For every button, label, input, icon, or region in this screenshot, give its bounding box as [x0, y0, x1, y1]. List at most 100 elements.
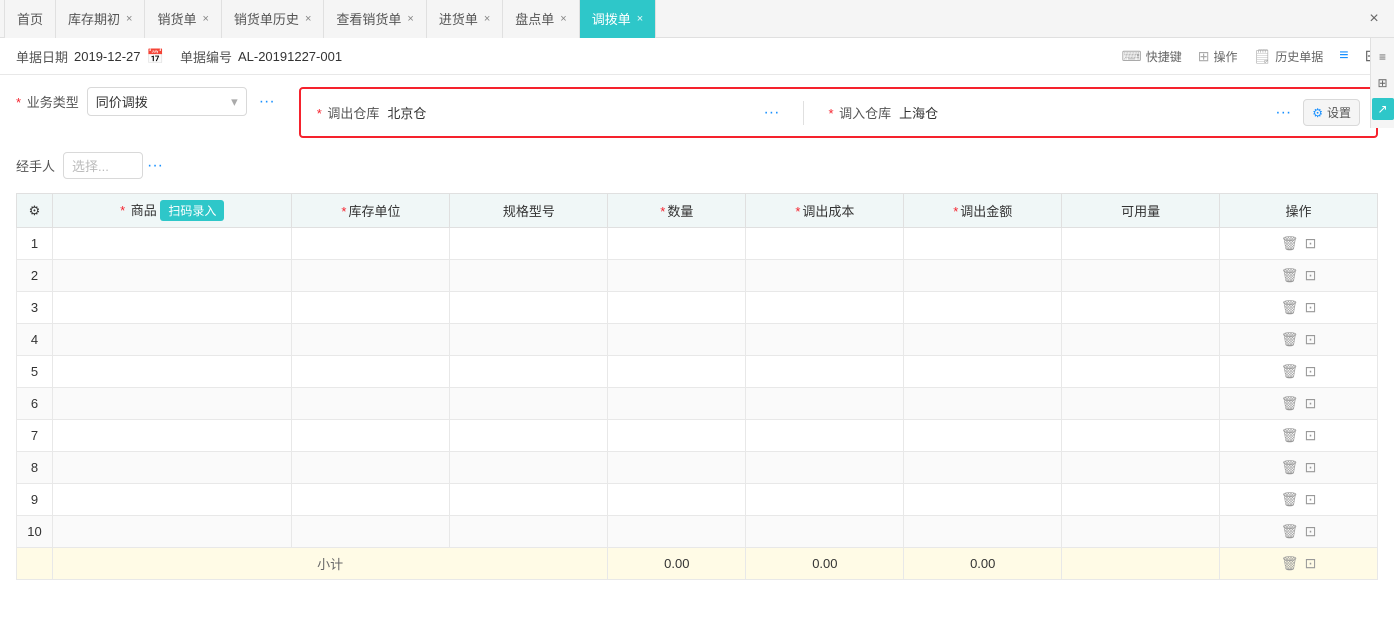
- cell-qty[interactable]: [608, 484, 746, 516]
- cell-amount[interactable]: [904, 324, 1062, 356]
- cell-product[interactable]: [53, 388, 292, 420]
- cell-amount[interactable]: [904, 228, 1062, 260]
- layout-list-button[interactable]: ≡: [1339, 47, 1348, 65]
- delete-icon[interactable]: 🗑: [1281, 363, 1299, 380]
- cell-amount[interactable]: [904, 356, 1062, 388]
- cell-available[interactable]: [1062, 484, 1220, 516]
- cell-amount[interactable]: [904, 516, 1062, 548]
- cell-qty[interactable]: [608, 452, 746, 484]
- cell-product[interactable]: [53, 356, 292, 388]
- out-warehouse-more-icon[interactable]: ···: [763, 104, 779, 122]
- cell-available[interactable]: [1062, 356, 1220, 388]
- person-select[interactable]: 选择...: [63, 152, 143, 179]
- cell-amount[interactable]: [904, 388, 1062, 420]
- cell-product[interactable]: [53, 260, 292, 292]
- delete-icon[interactable]: 🗑: [1281, 235, 1299, 252]
- copy-icon[interactable]: ⊡: [1305, 363, 1317, 380]
- cell-spec[interactable]: [450, 228, 608, 260]
- cell-unit[interactable]: [292, 420, 450, 452]
- tab-view-sales[interactable]: 查看销货单 ×: [324, 0, 426, 38]
- delete-icon[interactable]: 🗑: [1281, 459, 1299, 476]
- cell-unit[interactable]: [292, 324, 450, 356]
- cell-amount[interactable]: [904, 484, 1062, 516]
- cell-cost[interactable]: [746, 356, 904, 388]
- tab-initial[interactable]: 库存期初 ×: [56, 0, 145, 38]
- cell-unit[interactable]: [292, 356, 450, 388]
- history-button[interactable]: 🗒 历史单据: [1253, 48, 1323, 65]
- cell-amount[interactable]: [904, 292, 1062, 324]
- copy-icon[interactable]: ⊡: [1305, 427, 1317, 444]
- tab-sales-history[interactable]: 销货单历史 ×: [222, 0, 324, 38]
- tab-inventory[interactable]: 盘点单 ×: [503, 0, 579, 38]
- cell-available[interactable]: [1062, 228, 1220, 260]
- cell-unit[interactable]: [292, 516, 450, 548]
- operations-button[interactable]: ⊞ 操作: [1198, 48, 1238, 65]
- cell-spec[interactable]: [450, 452, 608, 484]
- cell-available[interactable]: [1062, 420, 1220, 452]
- in-warehouse-more-icon[interactable]: ···: [1275, 104, 1291, 122]
- cell-unit[interactable]: [292, 388, 450, 420]
- cell-cost[interactable]: [746, 228, 904, 260]
- cell-qty[interactable]: [608, 356, 746, 388]
- cell-cost[interactable]: [746, 452, 904, 484]
- cell-spec[interactable]: [450, 356, 608, 388]
- business-type-more-icon[interactable]: ···: [259, 93, 275, 111]
- cell-cost[interactable]: [746, 420, 904, 452]
- cell-qty[interactable]: [608, 516, 746, 548]
- cell-qty[interactable]: [608, 228, 746, 260]
- cell-available[interactable]: [1062, 324, 1220, 356]
- cell-amount[interactable]: [904, 260, 1062, 292]
- cell-available[interactable]: [1062, 516, 1220, 548]
- tab-transfer[interactable]: 调拨单 ×: [580, 0, 656, 38]
- copy-icon[interactable]: ⊡: [1305, 491, 1317, 508]
- cell-spec[interactable]: [450, 292, 608, 324]
- business-type-select[interactable]: 同价调拨 ▾: [87, 87, 247, 116]
- delete-icon[interactable]: 🗑: [1281, 299, 1299, 316]
- copy-icon[interactable]: ⊡: [1305, 555, 1317, 572]
- delete-icon[interactable]: 🗑: [1281, 523, 1299, 540]
- tab-home[interactable]: 首页: [4, 0, 56, 38]
- cell-product[interactable]: [53, 420, 292, 452]
- shortcuts-button[interactable]: ⌨ 快捷键: [1121, 48, 1181, 65]
- tab-initial-close[interactable]: ×: [126, 13, 132, 25]
- tab-inventory-close[interactable]: ×: [560, 13, 566, 25]
- cell-available[interactable]: [1062, 292, 1220, 324]
- scan-button[interactable]: 扫码录入: [160, 200, 224, 221]
- cell-product[interactable]: [53, 324, 292, 356]
- cell-cost[interactable]: [746, 292, 904, 324]
- copy-icon[interactable]: ⊡: [1305, 395, 1317, 412]
- cell-unit[interactable]: [292, 228, 450, 260]
- copy-icon[interactable]: ⊡: [1305, 331, 1317, 348]
- cell-available[interactable]: [1062, 388, 1220, 420]
- cell-unit[interactable]: [292, 260, 450, 292]
- copy-icon[interactable]: ⊡: [1305, 523, 1317, 540]
- cell-spec[interactable]: [450, 420, 608, 452]
- cell-qty[interactable]: [608, 420, 746, 452]
- cell-product[interactable]: [53, 484, 292, 516]
- cell-qty[interactable]: [608, 388, 746, 420]
- delete-icon[interactable]: 🗑: [1281, 491, 1299, 508]
- side-panel-grid-button[interactable]: ⊞: [1372, 72, 1394, 94]
- cell-cost[interactable]: [746, 324, 904, 356]
- person-more-icon[interactable]: ···: [147, 157, 163, 175]
- delete-icon[interactable]: 🗑: [1281, 427, 1299, 444]
- cell-spec[interactable]: [450, 260, 608, 292]
- cell-qty[interactable]: [608, 324, 746, 356]
- cell-spec[interactable]: [450, 484, 608, 516]
- copy-icon[interactable]: ⊡: [1305, 299, 1317, 316]
- cell-available[interactable]: [1062, 260, 1220, 292]
- copy-icon[interactable]: ⊡: [1305, 235, 1317, 252]
- cell-spec[interactable]: [450, 388, 608, 420]
- delete-icon[interactable]: 🗑: [1281, 267, 1299, 284]
- tab-sales[interactable]: 销货单 ×: [145, 0, 221, 38]
- cell-qty[interactable]: [608, 260, 746, 292]
- cell-amount[interactable]: [904, 420, 1062, 452]
- cell-spec[interactable]: [450, 516, 608, 548]
- calendar-icon[interactable]: 📅: [147, 48, 164, 65]
- cell-spec[interactable]: [450, 324, 608, 356]
- cell-product[interactable]: [53, 228, 292, 260]
- cell-product[interactable]: [53, 452, 292, 484]
- cell-product[interactable]: [53, 516, 292, 548]
- tab-sales-close[interactable]: ×: [202, 13, 208, 25]
- gear-icon[interactable]: ⚙: [29, 203, 41, 218]
